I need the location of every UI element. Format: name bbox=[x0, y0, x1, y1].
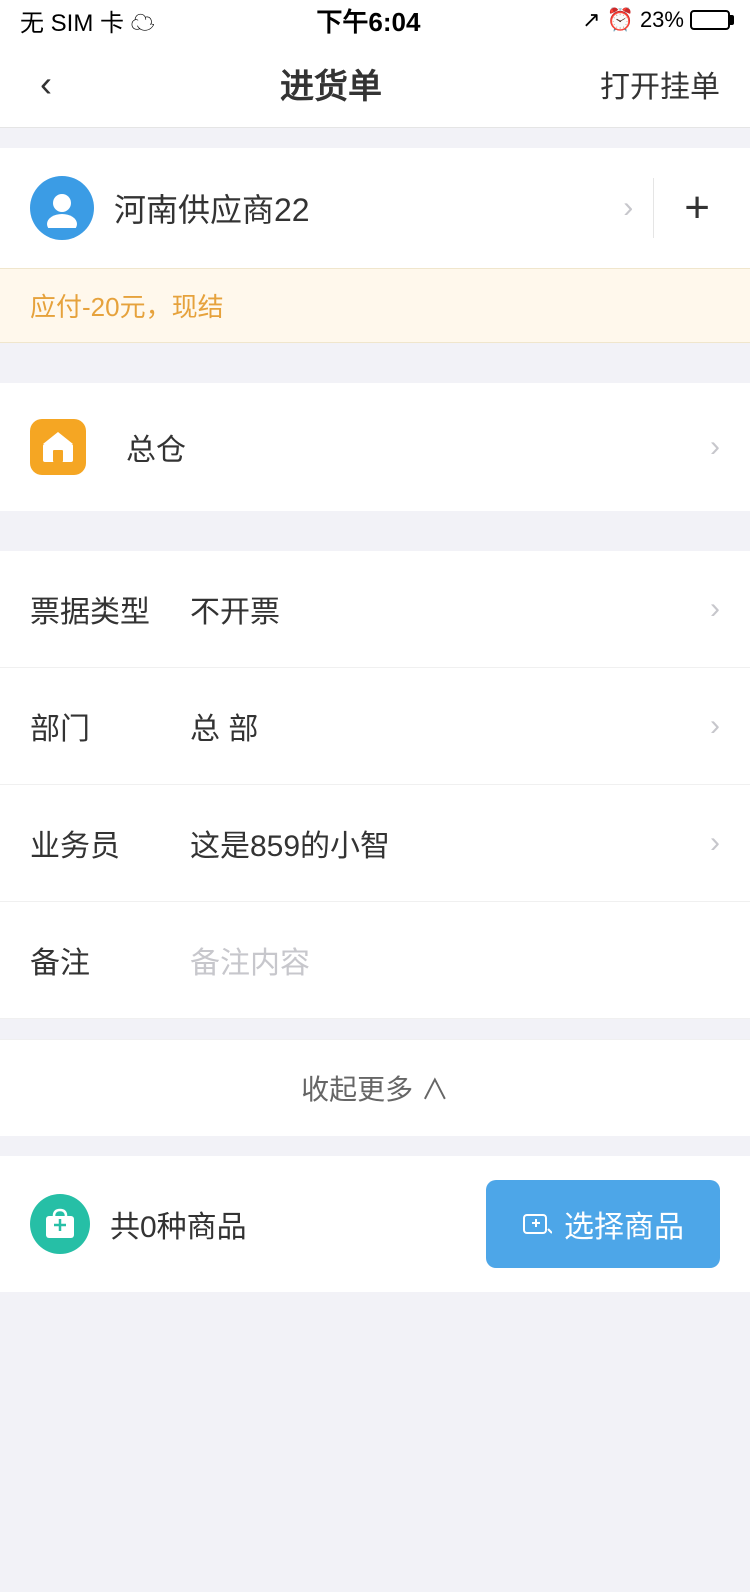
open-pending-button[interactable]: 打开挂单 bbox=[600, 62, 720, 106]
page-title: 进货单 bbox=[280, 59, 382, 108]
bottom-bar: 共0种商品 选择商品 bbox=[0, 1156, 750, 1292]
location-icon: ↗ bbox=[582, 7, 600, 33]
product-count-text: 共0种商品 bbox=[110, 1202, 486, 1246]
remark-row[interactable]: 备注 备注内容 bbox=[0, 902, 750, 1019]
salesperson-chevron-icon: › bbox=[710, 826, 720, 860]
section-gap-1 bbox=[0, 128, 750, 148]
supplier-section: 河南供应商22 › + 应付-20元，现结 bbox=[0, 148, 750, 343]
salesperson-label: 业务员 bbox=[30, 821, 150, 865]
remark-label: 备注 bbox=[30, 938, 150, 982]
add-supplier-button[interactable]: + bbox=[674, 183, 720, 233]
section-gap-2 bbox=[0, 343, 750, 363]
invoice-type-row[interactable]: 票据类型 不开票 › bbox=[0, 551, 750, 668]
status-right: ↗ ⏰ 23% bbox=[582, 7, 730, 33]
supplier-row[interactable]: 河南供应商22 › + bbox=[0, 148, 750, 268]
select-product-button[interactable]: 选择商品 bbox=[486, 1180, 720, 1268]
status-left: 无 SIM 卡 ☁ bbox=[20, 3, 155, 38]
supplier-avatar bbox=[30, 176, 94, 240]
product-count-icon bbox=[30, 1194, 90, 1254]
remark-input[interactable]: 备注内容 bbox=[150, 938, 720, 982]
collapse-bar[interactable]: 收起更多 ∧ bbox=[0, 1039, 750, 1136]
main-background bbox=[0, 1292, 750, 1592]
sim-status: 无 SIM 卡 ☁ bbox=[20, 3, 155, 38]
alarm-icon: ⏰ bbox=[607, 7, 634, 33]
select-product-label: 选择商品 bbox=[564, 1202, 684, 1246]
salesperson-value: 这是859的小智 bbox=[150, 821, 710, 865]
battery-icon bbox=[690, 10, 730, 30]
status-bar: 无 SIM 卡 ☁ 下午6:04 ↗ ⏰ 23% bbox=[0, 0, 750, 40]
status-time: 下午6:04 bbox=[316, 2, 420, 39]
department-row[interactable]: 部门 总 部 › bbox=[0, 668, 750, 785]
invoice-type-value: 不开票 bbox=[150, 587, 710, 631]
warehouse-chevron-icon: › bbox=[710, 430, 720, 464]
nav-bar: ‹ 进货单 打开挂单 bbox=[0, 40, 750, 128]
warehouse-icon bbox=[30, 419, 86, 475]
warehouse-section: 总仓 › bbox=[0, 383, 750, 511]
warehouse-row[interactable]: 总仓 › bbox=[0, 383, 750, 511]
supplier-divider bbox=[653, 178, 654, 238]
back-button[interactable]: ‹ bbox=[30, 53, 62, 115]
department-value: 总 部 bbox=[150, 704, 710, 748]
warehouse-name: 总仓 bbox=[106, 425, 710, 469]
invoice-type-chevron-icon: › bbox=[710, 592, 720, 626]
form-section: 票据类型 不开票 › 部门 总 部 › 业务员 这是859的小智 › 备注 备注… bbox=[0, 551, 750, 1019]
supplier-chevron-icon: › bbox=[623, 191, 633, 225]
salesperson-row[interactable]: 业务员 这是859的小智 › bbox=[0, 785, 750, 902]
supplier-notice: 应付-20元，现结 bbox=[0, 268, 750, 343]
department-label: 部门 bbox=[30, 704, 150, 748]
battery-percent: 23% bbox=[640, 7, 684, 33]
department-chevron-icon: › bbox=[710, 709, 720, 743]
section-gap-3 bbox=[0, 511, 750, 531]
invoice-type-label: 票据类型 bbox=[30, 587, 150, 631]
supplier-name: 河南供应商22 bbox=[114, 185, 623, 231]
